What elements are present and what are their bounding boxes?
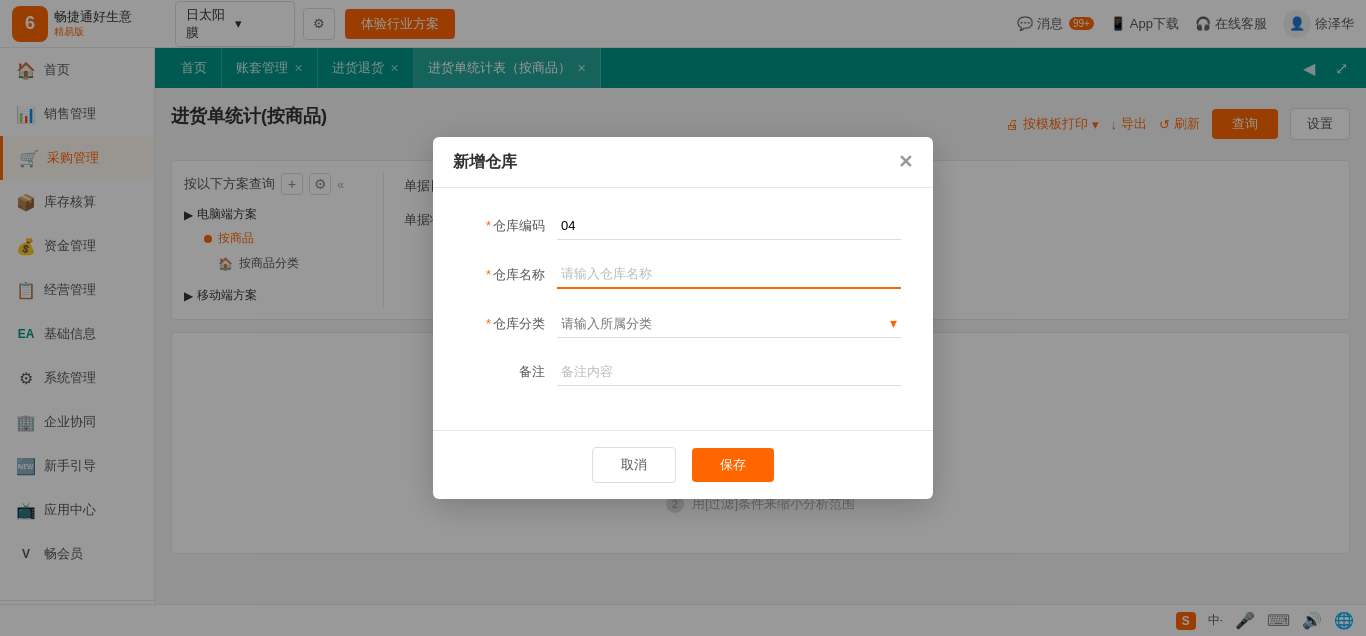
form-row-code: *仓库编码 bbox=[465, 212, 901, 240]
new-warehouse-modal: 新增仓库 ✕ *仓库编码 *仓库名称 *仓库分类 bbox=[433, 137, 933, 499]
category-label: *仓库分类 bbox=[465, 315, 545, 333]
note-label: 备注 bbox=[465, 363, 545, 381]
form-row-category: *仓库分类 ▾ bbox=[465, 309, 901, 338]
modal-overlay[interactable]: 新增仓库 ✕ *仓库编码 *仓库名称 *仓库分类 bbox=[0, 0, 1366, 636]
modal-header: 新增仓库 ✕ bbox=[433, 137, 933, 188]
form-row-note: 备注 bbox=[465, 358, 901, 386]
modal-footer: 取消 保存 bbox=[433, 430, 933, 499]
note-input[interactable] bbox=[557, 358, 901, 386]
category-select[interactable]: ▾ bbox=[557, 309, 901, 338]
modal-body: *仓库编码 *仓库名称 *仓库分类 ▾ bbox=[433, 188, 933, 430]
modal-title: 新增仓库 bbox=[453, 152, 517, 173]
category-input[interactable] bbox=[561, 316, 890, 331]
category-dropdown-icon: ▾ bbox=[890, 315, 897, 331]
cancel-button[interactable]: 取消 bbox=[592, 447, 676, 483]
name-label: *仓库名称 bbox=[465, 266, 545, 284]
save-button[interactable]: 保存 bbox=[692, 448, 774, 482]
modal-close-button[interactable]: ✕ bbox=[898, 151, 913, 173]
code-input[interactable] bbox=[557, 212, 901, 240]
name-input[interactable] bbox=[557, 260, 901, 289]
form-row-name: *仓库名称 bbox=[465, 260, 901, 289]
code-label: *仓库编码 bbox=[465, 217, 545, 235]
